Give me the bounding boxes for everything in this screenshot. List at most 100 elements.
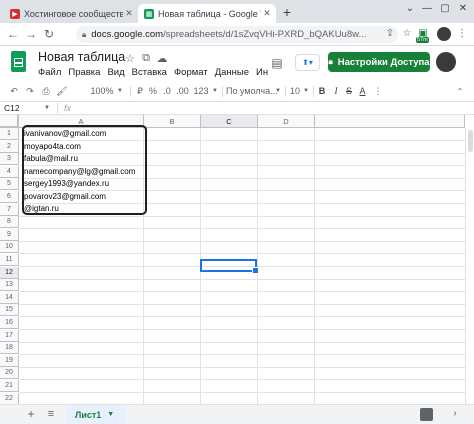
row-divider [19,253,465,254]
row-header[interactable]: 13 [0,279,19,291]
row-header[interactable]: 21 [0,380,19,392]
chevron-down-icon: ▼ [212,88,218,94]
select-all-corner[interactable] [0,115,19,128]
formula-divider [57,103,58,113]
url-bar[interactable]: 🔒︎ docs.google.com /spreadsheets/d/1sZvq… [76,26,398,43]
share-page-icon[interactable]: ⇪ [384,28,396,40]
all-sheets-button[interactable]: ≡ [44,407,58,421]
paint-format-icon[interactable]: 🖌︎ [56,85,68,98]
forward-icon[interactable]: → [24,27,38,41]
font-family-select[interactable]: По умолча... [226,85,278,98]
menu-insert[interactable]: Вставка [132,67,167,78]
sheets-logo-icon[interactable] [11,51,26,72]
row-header[interactable]: 20 [0,367,19,379]
row-header[interactable]: 19 [0,355,19,367]
chevron-down-icon: ▼ [275,88,281,94]
comment-icon: ⬆︎▾ [302,58,313,67]
minimize-icon[interactable]: — [420,3,434,14]
row-header[interactable]: 10 [0,241,19,253]
browser-tab-timeweb[interactable]: ▶ Хостинговое сообщество «Time ✕ [4,4,138,23]
row-header[interactable]: 8 [0,216,19,228]
chevron-up-icon[interactable]: ⌃ [454,85,466,98]
tab-search-icon[interactable]: ⌄ [403,3,417,14]
more-vert-icon[interactable]: ⋮ [456,28,468,40]
menu-format[interactable]: Формат [174,67,208,78]
close-icon[interactable]: ✕ [123,8,135,19]
font-size-select[interactable]: 10 [289,85,301,98]
menu-file[interactable]: Файл [38,67,61,78]
more-options-icon[interactable]: ⋮ [372,85,384,98]
row-header[interactable]: 9 [0,229,19,241]
row-header[interactable]: 3 [0,153,19,165]
sheet-tab-label: Лист1 [75,409,102,420]
row-header[interactable]: 6 [0,191,19,203]
row-header[interactable]: 16 [0,317,19,329]
row-header[interactable]: 15 [0,304,19,316]
chevron-right-icon[interactable]: › [448,407,462,421]
move-folder-icon[interactable]: ⧉ [140,52,152,65]
redo-icon[interactable]: ↷ [24,85,36,98]
comments-button[interactable]: ⬆︎▾ [295,54,320,71]
currency-format-button[interactable]: ₽ [135,85,145,98]
menu-view[interactable]: Вид [107,67,124,78]
italic-icon[interactable]: I [331,85,341,98]
spreadsheet-grid[interactable]: A B C D 1 2 3 4 5 6 7 8 9 10 11 12 13 14 15 16 17 18 19 20 2… [0,115,474,404]
comment-history-icon[interactable]: ▤ [270,56,284,70]
number-format-select[interactable]: 123 [192,85,210,98]
text-color-icon[interactable]: A [357,85,368,98]
column-header-c[interactable]: C [201,115,258,128]
share-button-label: Настройки Доступа [337,56,430,68]
maximize-icon[interactable]: ▢ [438,3,452,14]
back-icon[interactable]: ← [6,27,20,41]
reload-icon[interactable]: ↻ [42,27,56,41]
print-icon[interactable]: ⎙ [40,85,52,98]
name-box[interactable]: C12 ▼ [4,102,50,114]
menu-tools[interactable]: Ин [256,67,268,78]
browser-tab-sheets[interactable]: ▦ Новая таблица - Google Таблиц ✕ [138,4,276,23]
explore-icon[interactable] [420,408,433,421]
toolbar-divider [313,86,314,97]
zoom-select[interactable]: 100% [90,85,114,98]
column-header-b[interactable]: B [144,115,201,128]
chevron-down-icon: ▼ [44,105,50,111]
browser-profile-avatar[interactable] [437,27,451,41]
avatar[interactable] [436,52,456,72]
percent-format-button[interactable]: % [148,85,158,98]
menu-data[interactable]: Данные [215,67,249,78]
undo-icon[interactable]: ↶ [8,85,20,98]
row-header[interactable]: 2 [0,141,19,153]
row-header[interactable]: 5 [0,178,19,190]
decrease-decimal-button[interactable]: .0 [161,85,173,98]
row-header[interactable]: 4 [0,166,19,178]
column-header-e[interactable] [315,115,465,128]
row-divider [19,304,465,305]
new-tab-button[interactable]: + [280,5,294,19]
add-sheet-button[interactable]: + [24,407,38,421]
active-cell-c12[interactable] [200,259,259,274]
row-header[interactable]: 14 [0,292,19,304]
row-header[interactable]: 7 [0,204,19,216]
close-icon[interactable]: ✕ [261,8,273,19]
row-header[interactable]: 18 [0,342,19,354]
sheet-tab-active[interactable]: Лист1 ▼ [66,405,126,424]
row-header[interactable]: 17 [0,330,19,342]
scrollbar-thumb[interactable] [468,130,473,152]
bookmark-star-icon[interactable]: ☆ [401,28,413,40]
formula-bar: C12 ▼ fx [0,101,474,115]
increase-decimal-button[interactable]: .00 [175,85,190,98]
strikethrough-icon[interactable]: S [344,85,354,98]
cloud-status-icon[interactable]: ☁ [156,52,168,65]
row-header[interactable]: 22 [0,393,19,404]
menu-edit[interactable]: Правка [68,67,100,78]
close-window-icon[interactable]: ✕ [456,3,470,14]
vertical-scrollbar[interactable] [465,128,474,404]
share-button[interactable]: 🔒︎ Настройки Доступа [328,52,430,72]
bold-icon[interactable]: B [317,85,327,98]
row-header[interactable]: 12 [0,267,19,279]
url-path: /spreadsheets/d/1sZvqVHi-PXRD_bQAKUu8w..… [163,29,367,40]
document-title[interactable]: Новая таблица [38,50,125,64]
row-header[interactable]: 11 [0,254,19,266]
star-icon[interactable]: ☆ [124,52,136,65]
row-header[interactable]: 1 [0,128,19,140]
column-header-d[interactable]: D [258,115,315,128]
